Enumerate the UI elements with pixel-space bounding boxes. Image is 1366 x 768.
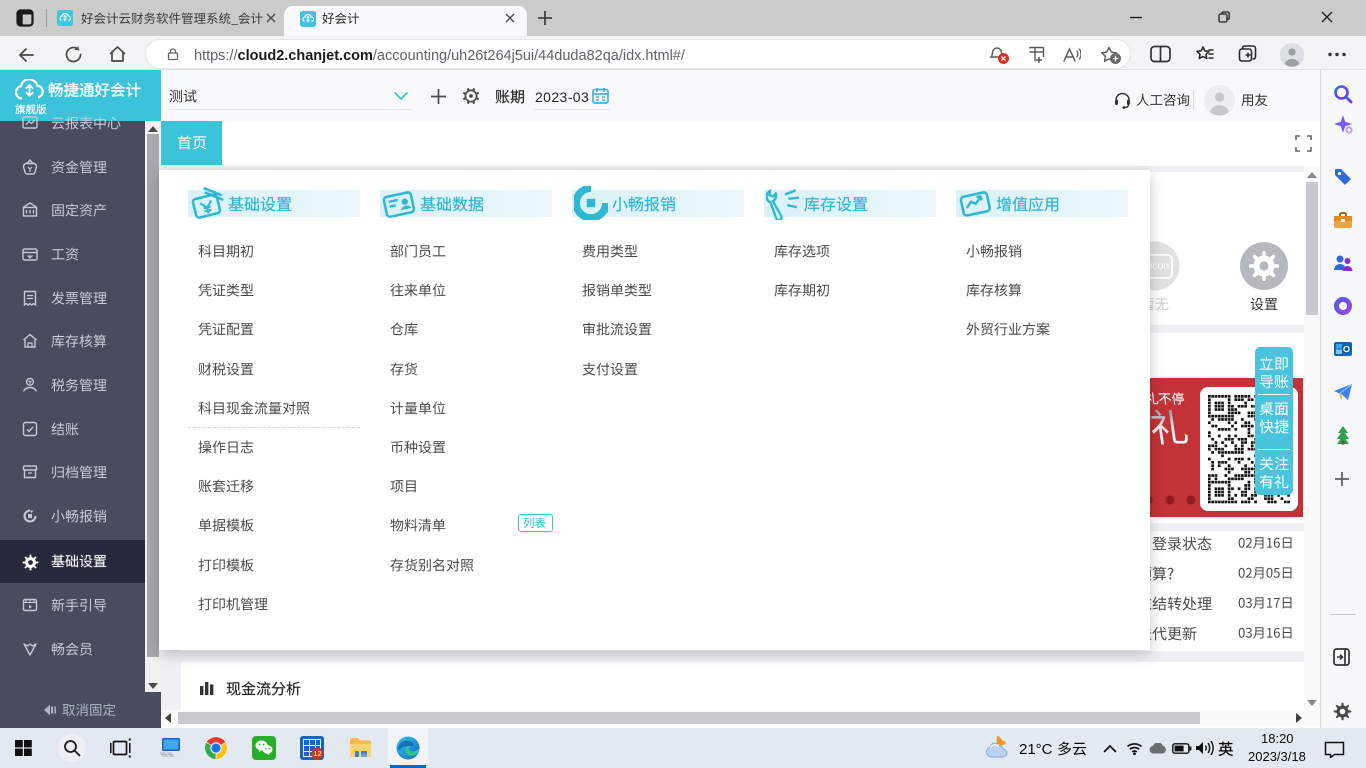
- svg-text:12: 12: [313, 749, 321, 758]
